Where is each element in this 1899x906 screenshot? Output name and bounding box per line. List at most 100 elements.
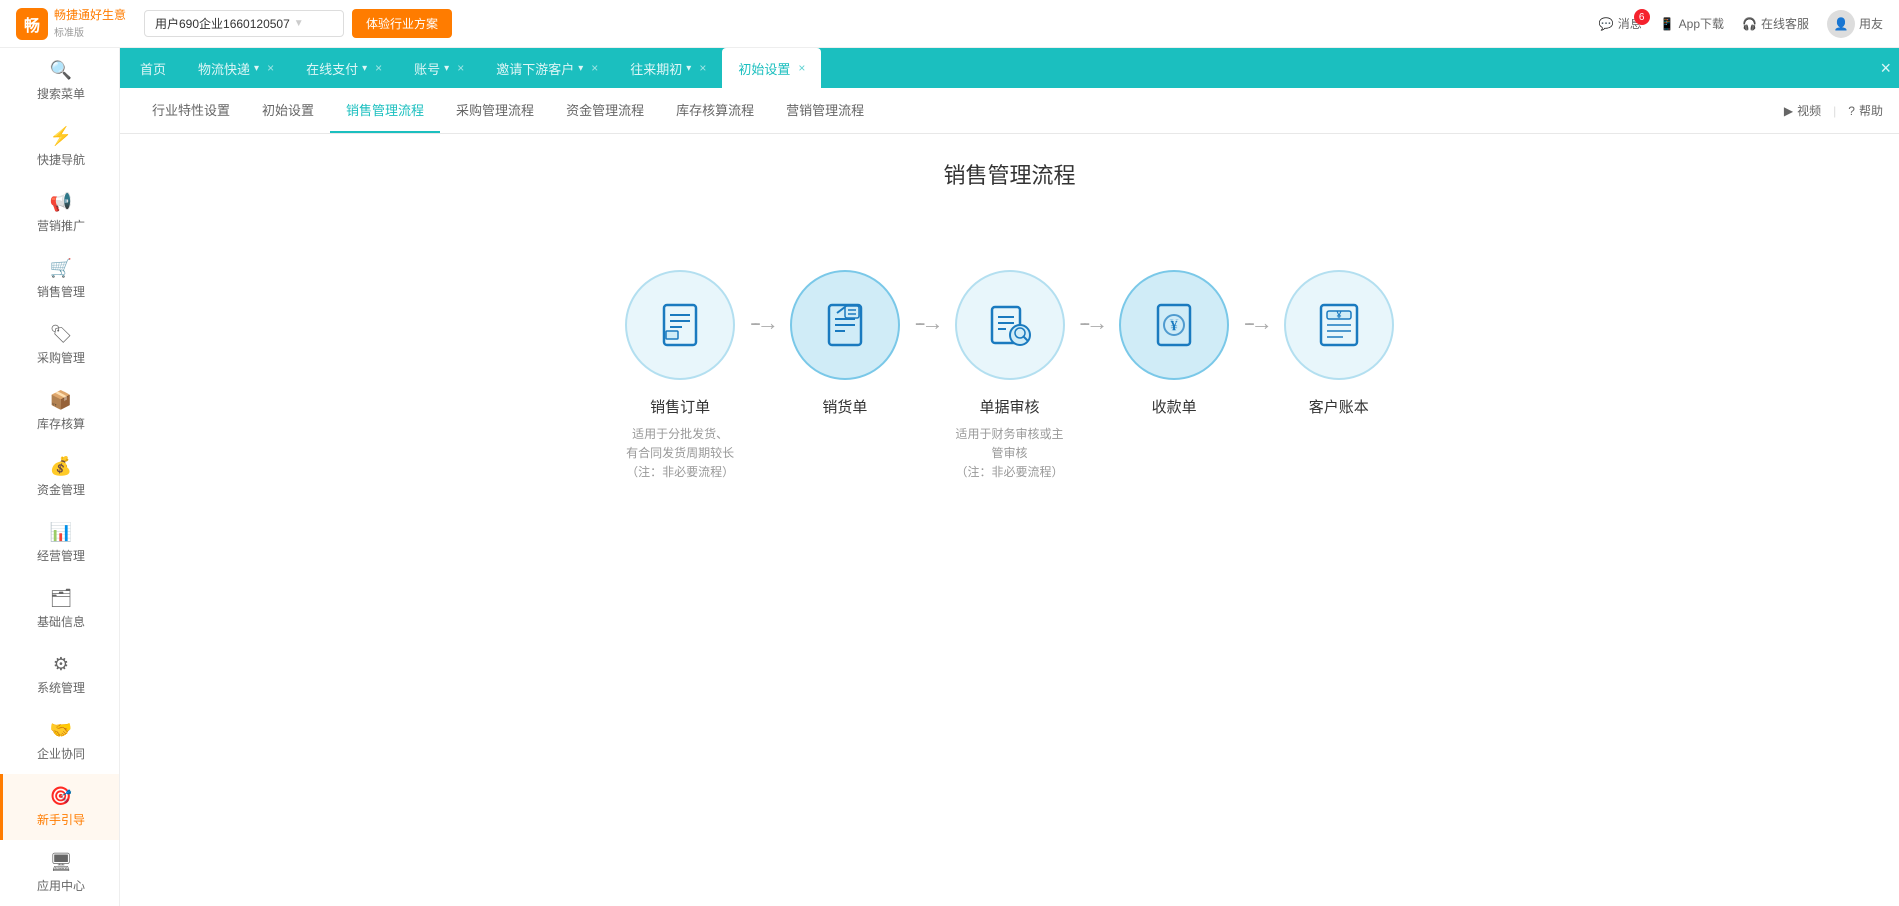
nav-tab-invite-close[interactable]: × (591, 61, 598, 75)
sidebar-label-inventory: 库存核算 (37, 415, 85, 432)
flow-label-customer-ledger: 客户账本 (1309, 396, 1369, 417)
nav-tab-payment[interactable]: 在线支付 ▾ × (290, 48, 398, 88)
help-label: 帮助 (1859, 102, 1883, 119)
logo-text: 畅捷通好生意 (54, 8, 126, 24)
flow-label-sales-invoice: 销货单 (822, 396, 867, 417)
play-icon: ▶ (1784, 104, 1793, 118)
nav-tab-account-arrow: ▾ (444, 63, 449, 74)
app-download-item[interactable]: 📱 App下载 (1660, 15, 1724, 32)
flow-circle-sales-order[interactable] (625, 270, 735, 380)
sidebar-item-guide[interactable]: 🎯 新手引导 (0, 774, 119, 840)
logo-sub: 标准版 (54, 24, 126, 39)
sales-order-icon (654, 299, 706, 351)
nav-tab-setup[interactable]: 初始设置 × (722, 48, 821, 88)
sidebar-item-purchase[interactable]: 🏷 采购管理 (0, 312, 119, 378)
flow-circle-customer-ledger[interactable]: ¥ (1284, 270, 1394, 380)
flow-label-receipt: 收款单 (1152, 396, 1197, 417)
message-icon: 💬 (1599, 17, 1614, 31)
sidebar-item-search[interactable]: 🔍 搜索菜单 (0, 48, 119, 114)
sidebar-item-system[interactable]: ⚙ 系统管理 (0, 642, 119, 708)
nav-tab-setup-close[interactable]: × (798, 61, 805, 75)
flow-desc-review: 适用于财务审核或主管审核（注：非必要流程） (955, 425, 1063, 483)
sidebar-item-inventory[interactable]: 📦 库存核算 (0, 378, 119, 444)
user-profile-item[interactable]: 👤 用友 (1827, 10, 1883, 38)
logo-area: 畅 畅捷通好生意 标准版 (16, 8, 136, 40)
nav-tab-period-close[interactable]: × (699, 61, 706, 75)
search-icon: 🔍 (50, 60, 72, 81)
sidebar-label-purchase: 采购管理 (37, 349, 85, 366)
main-layout: 🔍 搜索菜单 ⚡ 快捷导航 📢 营销推广 🛒 销售管理 🏷 采购管理 📦 (0, 48, 1899, 906)
flow-item-customer-ledger: ¥ 客户账本 (1259, 270, 1419, 425)
flow-label-sales-order: 销售订单 (650, 396, 710, 417)
sidebar-item-app-center[interactable]: 🖥 应用中心 (0, 840, 119, 906)
sidebar-label-capital: 资金管理 (37, 481, 85, 498)
marketing-icon: 📢 (50, 192, 72, 213)
flow-diagram: 销售订单 适用于分批发货、有合同发货周期较长（注：非必要流程） --→ (160, 250, 1859, 503)
lightning-icon: ⚡ (50, 126, 72, 147)
flow-item-sales-order: 销售订单 适用于分批发货、有合同发货周期较长（注：非必要流程） (600, 270, 760, 483)
divider: | (1833, 104, 1836, 118)
logo-icon: 畅 (16, 8, 48, 40)
page-tab-capital-flow[interactable]: 资金管理流程 (550, 88, 660, 133)
nav-tab-account-label: 账号 (414, 59, 440, 78)
page-tab-initial-label: 初始设置 (262, 103, 314, 118)
page-title: 销售管理流程 (160, 158, 1859, 190)
video-label: 视频 (1797, 102, 1821, 119)
page-tab-inventory-flow[interactable]: 库存核算流程 (660, 88, 770, 133)
sidebar-item-operation[interactable]: 📊 经营管理 (0, 510, 119, 576)
nav-tab-account[interactable]: 账号 ▾ × (398, 48, 480, 88)
nav-tab-home[interactable]: 首页 (124, 48, 182, 88)
top-bar: 畅 畅捷通好生意 标准版 用户690企业1660120507 ▼ 体验行业方案 … (0, 0, 1899, 48)
experience-button[interactable]: 体验行业方案 (352, 9, 452, 38)
video-help-item[interactable]: ▶ 视频 (1784, 102, 1821, 119)
user-selector[interactable]: 用户690企业1660120507 ▼ (144, 10, 344, 37)
nav-tab-payment-close[interactable]: × (375, 61, 382, 75)
sidebar-item-marketing[interactable]: 📢 营销推广 (0, 180, 119, 246)
nav-tab-period-arrow: ▾ (686, 63, 691, 74)
chevron-down-icon: ▼ (294, 18, 304, 29)
flow-label-review: 单据审核 (979, 396, 1039, 417)
sidebar-label-guide: 新手引导 (37, 811, 85, 828)
customer-ledger-icon: ¥ (1313, 299, 1365, 351)
system-icon: ⚙ (53, 654, 69, 675)
online-service-item[interactable]: 🎧 在线客服 (1742, 15, 1809, 32)
help-item[interactable]: ? 帮助 (1848, 102, 1883, 119)
nav-tab-period[interactable]: 往来期初 ▾ × (614, 48, 722, 88)
sales-invoice-icon (819, 299, 871, 351)
sidebar-label-marketing: 营销推广 (37, 217, 85, 234)
flow-item-review: 单据审核 适用于财务审核或主管审核（注：非必要流程） (930, 270, 1090, 483)
page-tab-purchase-flow[interactable]: 采购管理流程 (440, 88, 550, 133)
page-tab-initial[interactable]: 初始设置 (246, 88, 330, 133)
flow-circle-sales-invoice[interactable] (790, 270, 900, 380)
sidebar-item-sales[interactable]: 🛒 销售管理 (0, 246, 119, 312)
flow-item-receipt: ¥ ¥ 收款单 (1094, 270, 1254, 425)
nav-tab-invite[interactable]: 邀请下游客户 ▾ × (480, 48, 614, 88)
nav-tab-logistics-close[interactable]: × (267, 61, 274, 75)
message-item[interactable]: 💬 消息 6 (1599, 15, 1642, 32)
sidebar-item-quick-nav[interactable]: ⚡ 快捷导航 (0, 114, 119, 180)
sidebar-label-basic: 基础信息 (37, 613, 85, 630)
nav-tab-home-label: 首页 (140, 59, 166, 78)
sidebar-label-sales: 销售管理 (37, 283, 85, 300)
question-icon: ? (1848, 104, 1855, 118)
capital-icon: 💰 (50, 456, 72, 477)
nav-tab-payment-arrow: ▾ (362, 63, 367, 74)
inventory-icon: 📦 (50, 390, 72, 411)
flow-circle-review[interactable] (955, 270, 1065, 380)
top-bar-left: 畅 畅捷通好生意 标准版 用户690企业1660120507 ▼ 体验行业方案 (16, 8, 452, 40)
basic-icon: 🗂 (50, 588, 73, 609)
nav-tab-account-close[interactable]: × (457, 61, 464, 75)
page-tab-industry[interactable]: 行业特性设置 (136, 88, 246, 133)
page-tab-sales-flow[interactable]: 销售管理流程 (330, 88, 440, 133)
page-tab-marketing-flow[interactable]: 营销管理流程 (770, 88, 880, 133)
sidebar-item-capital[interactable]: 💰 资金管理 (0, 444, 119, 510)
receipt-icon: ¥ ¥ (1148, 299, 1200, 351)
page-tab-industry-label: 行业特性设置 (152, 103, 230, 118)
sidebar-item-collab[interactable]: 🤝 企业协同 (0, 708, 119, 774)
nav-tab-logistics[interactable]: 物流快递 ▾ × (182, 48, 290, 88)
sidebar-item-basic[interactable]: 🗂 基础信息 (0, 576, 119, 642)
nav-bar-close-icon[interactable]: × (1880, 58, 1891, 79)
flow-circle-receipt[interactable]: ¥ ¥ (1119, 270, 1229, 380)
service-label: 在线客服 (1761, 15, 1809, 32)
user-selector-text: 用户690企业1660120507 (155, 15, 290, 32)
